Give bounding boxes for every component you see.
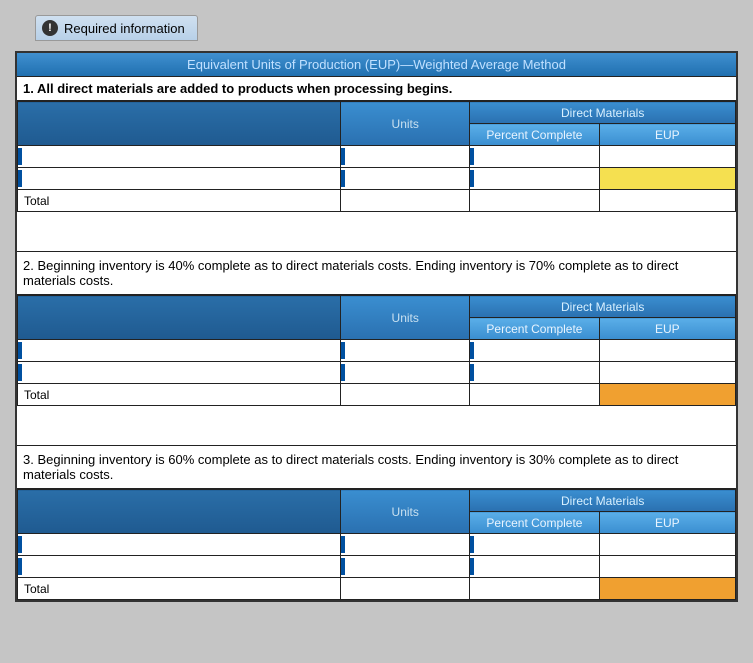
input-cell[interactable] xyxy=(470,556,599,578)
input-cell[interactable] xyxy=(341,146,470,168)
input-cell[interactable] xyxy=(18,168,341,190)
input-cell[interactable] xyxy=(599,362,735,384)
direct-materials-header: Direct Materials xyxy=(470,490,736,512)
input-cell[interactable] xyxy=(18,556,341,578)
worksheet-title: Equivalent Units of Production (EUP)—Wei… xyxy=(17,53,736,77)
section-2-table: Units Direct Materials Percent Complete … xyxy=(17,295,736,406)
blank-header xyxy=(18,490,341,534)
worksheet-container: Equivalent Units of Production (EUP)—Wei… xyxy=(15,51,738,602)
input-cell[interactable] xyxy=(341,556,470,578)
input-cell[interactable] xyxy=(18,534,341,556)
input-cell[interactable] xyxy=(470,146,599,168)
input-cell[interactable] xyxy=(470,384,599,406)
input-cell[interactable] xyxy=(470,190,599,212)
section-3-instruction: 3. Beginning inventory is 60% complete a… xyxy=(17,446,736,489)
highlighted-cell[interactable] xyxy=(599,168,735,190)
direct-materials-header: Direct Materials xyxy=(470,102,736,124)
input-cell[interactable] xyxy=(470,362,599,384)
input-cell[interactable] xyxy=(341,534,470,556)
section-1-instruction: 1. All direct materials are added to pro… xyxy=(17,77,736,101)
input-cell[interactable] xyxy=(341,168,470,190)
section-2-instruction: 2. Beginning inventory is 40% complete a… xyxy=(17,252,736,295)
input-cell[interactable] xyxy=(470,340,599,362)
percent-complete-header: Percent Complete xyxy=(470,512,599,534)
percent-complete-header: Percent Complete xyxy=(470,124,599,146)
input-cell[interactable] xyxy=(470,534,599,556)
input-cell[interactable] xyxy=(470,578,599,600)
units-header: Units xyxy=(341,490,470,534)
eup-header: EUP xyxy=(599,318,735,340)
input-cell[interactable] xyxy=(599,146,735,168)
section-1-table: Units Direct Materials Percent Complete … xyxy=(17,101,736,212)
direct-materials-header: Direct Materials xyxy=(470,296,736,318)
input-cell[interactable] xyxy=(599,340,735,362)
input-cell[interactable] xyxy=(341,362,470,384)
input-cell[interactable] xyxy=(470,168,599,190)
units-header: Units xyxy=(341,296,470,340)
input-cell[interactable] xyxy=(341,190,470,212)
section-3-table: Units Direct Materials Percent Complete … xyxy=(17,489,736,600)
eup-header: EUP xyxy=(599,124,735,146)
total-label: Total xyxy=(18,384,341,406)
input-cell[interactable] xyxy=(341,578,470,600)
section-spacer xyxy=(17,406,736,446)
highlighted-cell[interactable] xyxy=(599,578,735,600)
highlighted-cell[interactable] xyxy=(599,384,735,406)
input-cell[interactable] xyxy=(18,362,341,384)
alert-icon: ! xyxy=(42,20,58,36)
tab-label: Required information xyxy=(64,21,185,36)
input-cell[interactable] xyxy=(341,340,470,362)
total-label: Total xyxy=(18,190,341,212)
input-cell[interactable] xyxy=(599,190,735,212)
blank-header xyxy=(18,102,341,146)
input-cell[interactable] xyxy=(599,556,735,578)
blank-header xyxy=(18,296,341,340)
input-cell[interactable] xyxy=(18,340,341,362)
percent-complete-header: Percent Complete xyxy=(470,318,599,340)
section-spacer xyxy=(17,212,736,252)
input-cell[interactable] xyxy=(599,534,735,556)
units-header: Units xyxy=(341,102,470,146)
eup-header: EUP xyxy=(599,512,735,534)
input-cell[interactable] xyxy=(341,384,470,406)
input-cell[interactable] xyxy=(18,146,341,168)
tab-required-info[interactable]: ! Required information xyxy=(35,15,198,41)
total-label: Total xyxy=(18,578,341,600)
